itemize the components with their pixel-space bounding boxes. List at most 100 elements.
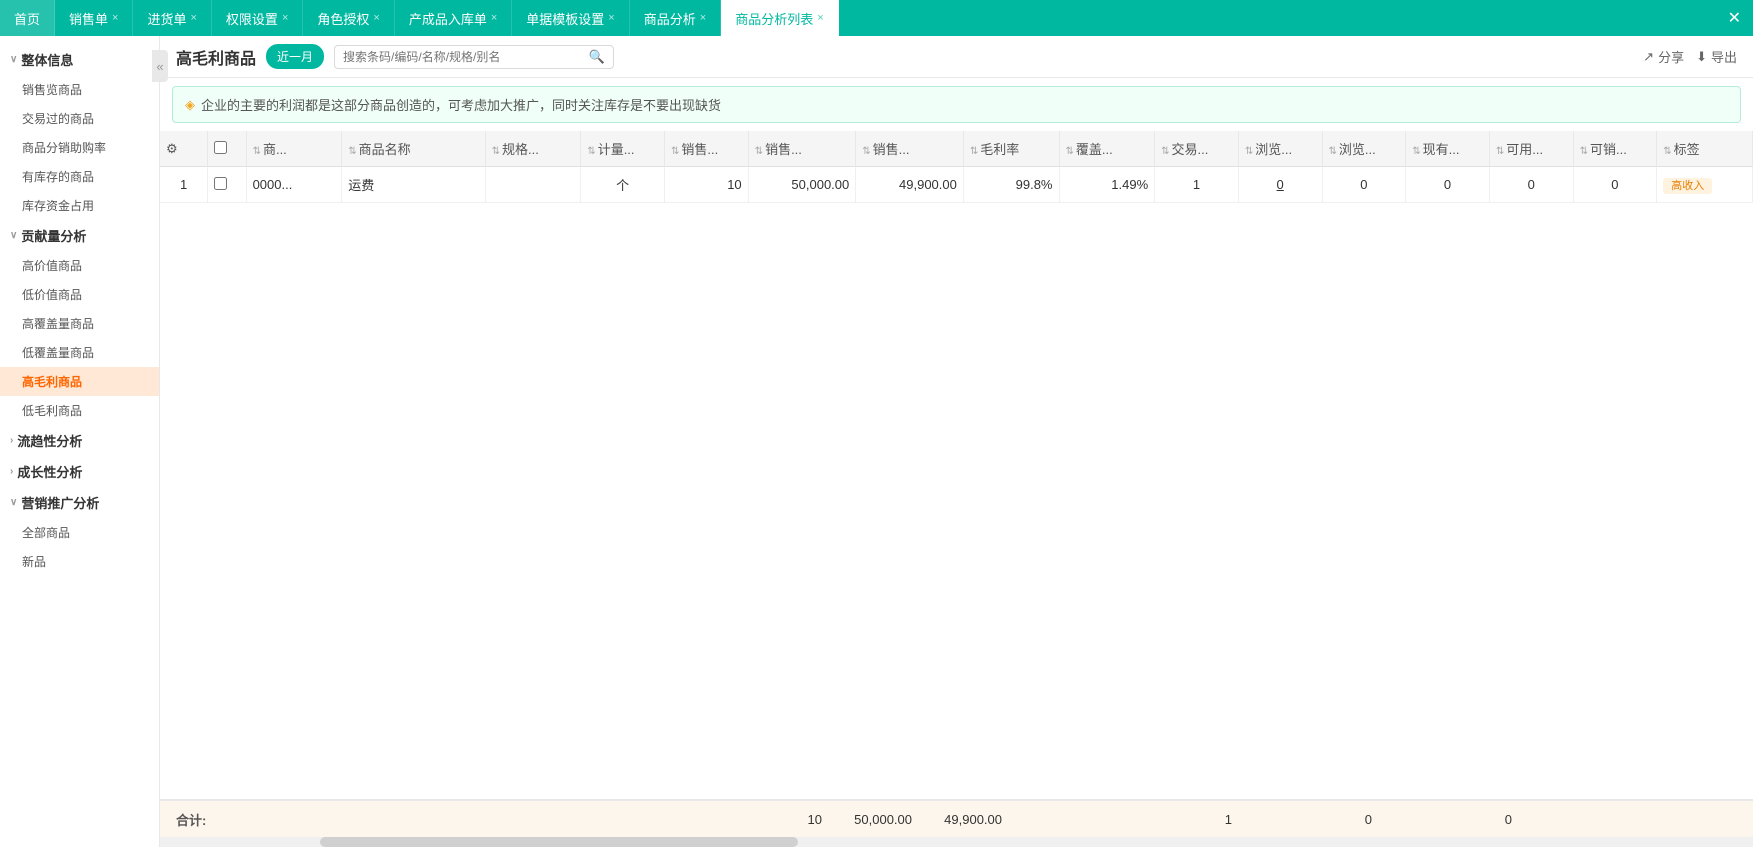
filter-recent-month-button[interactable]: 近一月 bbox=[266, 44, 324, 69]
nav-close-8[interactable]: × bbox=[817, 12, 823, 24]
cell-0-7: 50,000.00 bbox=[748, 167, 856, 203]
export-icon: ⬇ bbox=[1696, 49, 1707, 65]
col-header-3[interactable]: ⇅商品名称 bbox=[342, 131, 485, 167]
sort-icon-2: ⇅ bbox=[253, 146, 261, 157]
col-header-12[interactable]: ⇅浏览... bbox=[1238, 131, 1322, 167]
nav-item-0[interactable]: 首页 bbox=[0, 0, 55, 36]
sidebar-item-4-0[interactable]: 全部商品 bbox=[0, 518, 159, 547]
col-header-4[interactable]: ⇅规格... bbox=[485, 131, 581, 167]
section-label-0: 整体信息 bbox=[21, 50, 73, 69]
col-header-16[interactable]: ⇅可销... bbox=[1573, 131, 1657, 167]
sidebar-item-1-2[interactable]: 高覆盖量商品 bbox=[0, 309, 159, 338]
col-header-11[interactable]: ⇅交易... bbox=[1155, 131, 1239, 167]
settings-icon[interactable]: ⚙ bbox=[166, 141, 178, 156]
nav-item-1[interactable]: 销售单 × bbox=[55, 0, 133, 36]
nav-close-5[interactable]: × bbox=[491, 12, 497, 24]
nav-item-4[interactable]: 角色授权 × bbox=[303, 0, 394, 36]
col-header-6[interactable]: ⇅销售... bbox=[664, 131, 748, 167]
sort-icon-3: ⇅ bbox=[348, 146, 356, 157]
sort-icon-4: ⇅ bbox=[492, 146, 500, 157]
export-button[interactable]: ⬇ 导出 bbox=[1696, 47, 1737, 66]
sidebar-item-0-0[interactable]: 销售览商品 bbox=[0, 75, 159, 104]
cell-0-2: 0000... bbox=[246, 167, 342, 203]
sidebar-item-1-3[interactable]: 低覆盖量商品 bbox=[0, 338, 159, 367]
close-all-button[interactable]: ✕ bbox=[1716, 8, 1753, 28]
section-label-1: 贡献量分析 bbox=[21, 226, 86, 245]
sidebar-item-0-3[interactable]: 有库存的商品 bbox=[0, 162, 159, 191]
footer-total-row: 合计: 1050,000.0049,900.00100 bbox=[160, 799, 1753, 837]
col-header-1[interactable] bbox=[208, 131, 246, 167]
nav-item-2[interactable]: 进货单 × bbox=[133, 0, 211, 36]
sort-icon-8: ⇅ bbox=[862, 146, 870, 157]
share-button[interactable]: ↗ 分享 bbox=[1643, 47, 1684, 66]
info-banner: ◈ 企业的主要的利润都是这部分商品创造的，可考虑加大推广，同时关注库存是不要出现… bbox=[172, 86, 1741, 123]
nav-close-6[interactable]: × bbox=[608, 12, 614, 24]
sidebar-section-0[interactable]: ∨整体信息 bbox=[0, 44, 159, 75]
col-header-8[interactable]: ⇅销售... bbox=[856, 131, 964, 167]
col-header-17[interactable]: ⇅标签 bbox=[1657, 131, 1753, 167]
sidebar-item-1-5[interactable]: 低毛利商品 bbox=[0, 396, 159, 425]
search-icon[interactable]: 🔍 bbox=[589, 49, 605, 65]
footer-cell-6: 10 bbox=[758, 812, 828, 827]
footer-cell-0 bbox=[296, 812, 376, 827]
nav-item-7[interactable]: 商品分析 × bbox=[630, 0, 721, 36]
cell-0-14: 0 bbox=[1406, 167, 1490, 203]
cell-0-17: 高收入 bbox=[1657, 167, 1753, 203]
cell-0-5: 个 bbox=[581, 167, 665, 203]
footer-cell-5 bbox=[688, 812, 758, 827]
horizontal-scrollbar[interactable] bbox=[160, 837, 1753, 847]
nav-item-8[interactable]: 商品分析列表 × bbox=[721, 0, 838, 36]
nav-close-1[interactable]: × bbox=[112, 12, 118, 24]
sidebar-section-2[interactable]: ›流趋性分析 bbox=[0, 425, 159, 456]
search-box: 🔍 bbox=[334, 45, 614, 69]
top-navigation: 首页销售单 ×进货单 ×权限设置 ×角色授权 ×产成品入库单 ×单据模板设置 ×… bbox=[0, 0, 1753, 36]
sidebar-item-0-2[interactable]: 商品分销助购率 bbox=[0, 133, 159, 162]
cell-0-0: 1 bbox=[160, 167, 208, 203]
row-checkbox-0[interactable] bbox=[214, 177, 227, 190]
col-header-15[interactable]: ⇅可用... bbox=[1489, 131, 1573, 167]
cell-0-13: 0 bbox=[1322, 167, 1406, 203]
sort-icon-17: ⇅ bbox=[1663, 146, 1671, 157]
browse-link-0[interactable]: 0 bbox=[1277, 177, 1284, 192]
footer-cell-10 bbox=[1088, 812, 1168, 827]
footer-cell-4 bbox=[608, 812, 688, 827]
cell-0-11: 1 bbox=[1155, 167, 1239, 203]
sort-icon-9: ⇅ bbox=[970, 146, 978, 157]
sidebar-item-4-1[interactable]: 新品 bbox=[0, 547, 159, 576]
col-header-9[interactable]: ⇅毛利率 bbox=[963, 131, 1059, 167]
nav-item-6[interactable]: 单据模板设置 × bbox=[512, 0, 629, 36]
nav-item-3[interactable]: 权限设置 × bbox=[212, 0, 303, 36]
sidebar-section-3[interactable]: ›成长性分析 bbox=[0, 456, 159, 487]
nav-close-2[interactable]: × bbox=[190, 12, 196, 24]
info-icon: ◈ bbox=[185, 97, 195, 113]
sort-icon-10: ⇅ bbox=[1066, 146, 1074, 157]
sidebar-section-1[interactable]: ∨贡献量分析 bbox=[0, 220, 159, 251]
col-header-0[interactable]: ⚙ bbox=[160, 131, 208, 167]
cell-0-6: 10 bbox=[664, 167, 748, 203]
col-header-5[interactable]: ⇅计量... bbox=[581, 131, 665, 167]
col-header-2[interactable]: ⇅商... bbox=[246, 131, 342, 167]
sidebar-collapse-button[interactable]: « bbox=[152, 50, 168, 82]
sidebar-item-1-0[interactable]: 高价值商品 bbox=[0, 251, 159, 280]
sidebar-item-0-1[interactable]: 交易过的商品 bbox=[0, 104, 159, 133]
sort-icon-13: ⇅ bbox=[1329, 146, 1337, 157]
col-header-7[interactable]: ⇅销售... bbox=[748, 131, 856, 167]
col-header-13[interactable]: ⇅浏览... bbox=[1322, 131, 1406, 167]
nav-close-4[interactable]: × bbox=[373, 12, 379, 24]
nav-close-7[interactable]: × bbox=[700, 12, 706, 24]
sidebar-item-1-1[interactable]: 低价值商品 bbox=[0, 280, 159, 309]
sidebar-item-1-4[interactable]: 高毛利商品 bbox=[0, 367, 159, 396]
search-input[interactable] bbox=[343, 50, 589, 64]
cell-0-1[interactable] bbox=[208, 167, 246, 203]
footer-cell-15: 0 bbox=[1448, 812, 1518, 827]
nav-item-5[interactable]: 产成品入库单 × bbox=[395, 0, 512, 36]
sort-icon-6: ⇅ bbox=[671, 146, 679, 157]
cell-0-12[interactable]: 0 bbox=[1238, 167, 1322, 203]
table-row: 10000...运费个1050,000.0049,900.0099.8%1.49… bbox=[160, 167, 1753, 203]
sidebar-item-0-4[interactable]: 库存资金占用 bbox=[0, 191, 159, 220]
col-header-10[interactable]: ⇅覆盖... bbox=[1059, 131, 1155, 167]
select-all-checkbox[interactable] bbox=[214, 141, 227, 154]
nav-close-3[interactable]: × bbox=[282, 12, 288, 24]
col-header-14[interactable]: ⇅现有... bbox=[1406, 131, 1490, 167]
sidebar-section-4[interactable]: ∨营销推广分析 bbox=[0, 487, 159, 518]
